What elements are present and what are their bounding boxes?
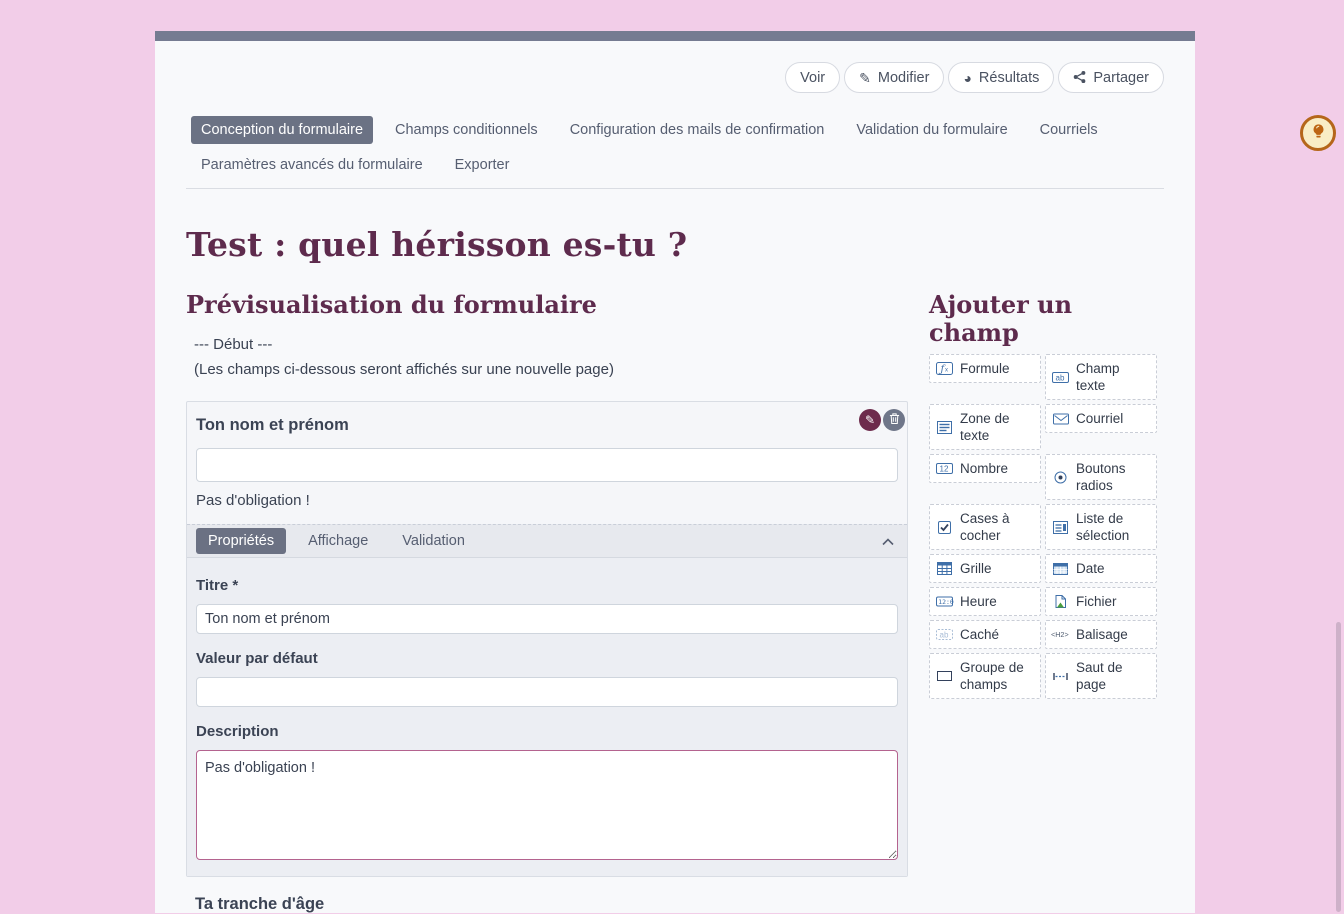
default-value-input[interactable] [196, 677, 898, 707]
nav-tab-parametres-avances[interactable]: Paramètres avancés du formulaire [191, 151, 433, 179]
add-field-balisage[interactable]: <H2> Balisage [1045, 620, 1157, 649]
field-editor-card: Ton nom et prénom Pas d'obligation ! ✎ [186, 401, 908, 877]
share-button-label: Partager [1093, 70, 1149, 86]
default-value-label: Valeur par défaut [196, 649, 898, 668]
delete-field-button[interactable] [883, 409, 905, 431]
description-textarea[interactable]: Pas d'obligation ! [196, 750, 898, 860]
tab-proprietes[interactable]: Propriétés [196, 528, 286, 554]
share-icon [1073, 70, 1086, 86]
email-icon [1051, 412, 1070, 426]
page-background: { "colors": { "page_background": "#f2cde… [0, 0, 1344, 913]
page-title: Test : quel hérisson es-tu ? [186, 225, 1164, 264]
formula-icon: ƒx [935, 361, 954, 376]
pie-chart-icon: ◕ [963, 71, 971, 85]
title-input[interactable] [196, 604, 898, 634]
share-button[interactable]: Partager [1058, 62, 1164, 93]
edit-button-label: Modifier [878, 70, 930, 86]
lightbulb-icon [1310, 123, 1327, 143]
time-icon: 12:0 [935, 594, 954, 609]
pencil-icon: ✎ [865, 413, 875, 427]
svg-text:12:0: 12:0 [938, 598, 954, 606]
hidden-icon: ab [935, 627, 954, 642]
chevron-up-icon [882, 534, 894, 549]
properties-panel: Titre * Valeur par défaut Description Pa… [187, 558, 907, 876]
textarea-icon [935, 420, 954, 435]
add-field-cache[interactable]: ab Caché [929, 620, 1041, 649]
field-description: Pas d'obligation ! [196, 492, 898, 509]
tips-button[interactable] [1300, 115, 1336, 151]
add-field-formule[interactable]: ƒx Formule [929, 354, 1041, 383]
add-field-saut-de-page[interactable]: Saut de page [1045, 653, 1157, 699]
add-field-heading: Ajouter un champ [929, 291, 1099, 347]
add-field-date[interactable]: Date [1045, 554, 1157, 583]
field-settings-tabs: Propriétés Affichage Validation [187, 524, 907, 558]
description-label: Description [196, 722, 898, 741]
add-field-cases-a-cocher[interactable]: Cases à cocher [929, 504, 1041, 550]
action-toolbar: Voir ✎ Modifier ◕ Résultats Partager [186, 62, 1164, 93]
nav-tab-exporter[interactable]: Exporter [445, 151, 520, 179]
top-accent-bar [155, 31, 1195, 41]
nav-tab-conception[interactable]: Conception du formulaire [191, 116, 373, 144]
add-field-champ-texte[interactable]: ab Champ texte [1045, 354, 1157, 400]
number-icon: 12 [935, 461, 954, 476]
title-field-label: Titre * [196, 576, 898, 595]
markup-icon: <H2> [1051, 628, 1070, 641]
field-preview-input[interactable] [196, 448, 898, 482]
edit-field-button[interactable]: ✎ [859, 409, 881, 431]
add-field-grid: ƒx Formule ab Champ texte [929, 354, 1157, 699]
text-field-icon: ab [1051, 370, 1070, 385]
add-field-grille[interactable]: Grille [929, 554, 1041, 583]
date-icon [1051, 561, 1070, 576]
nav-tab-champs-conditionnels[interactable]: Champs conditionnels [385, 116, 548, 144]
add-field-zone-de-texte[interactable]: Zone de texte [929, 404, 1041, 450]
new-page-note: (Les champs ci-dessous seront affichés s… [194, 359, 908, 381]
nav-tab-validation[interactable]: Validation du formulaire [846, 116, 1017, 144]
view-button-label: Voir [800, 70, 825, 86]
add-field-liste-de-selection[interactable]: Liste de sélection [1045, 504, 1157, 550]
results-button-label: Résultats [979, 70, 1039, 86]
pencil-icon: ✎ [859, 71, 871, 85]
preview-heading: Prévisualisation du formulaire [186, 291, 908, 319]
edit-button[interactable]: ✎ Modifier [844, 62, 944, 93]
page-break-icon [1051, 670, 1070, 683]
add-field-courriel[interactable]: Courriel [1045, 404, 1157, 433]
form-nav-tabs: Conception du formulaire Champs conditio… [186, 116, 1164, 179]
nav-tab-mails-confirmation[interactable]: Configuration des mails de confirmation [560, 116, 835, 144]
svg-text:x: x [945, 368, 948, 374]
field-label: Ton nom et prénom [196, 416, 898, 435]
tab-validation[interactable]: Validation [390, 528, 477, 554]
add-field-groupe-de-champs[interactable]: Groupe de champs [929, 653, 1041, 699]
add-field-fichier[interactable]: Fichier [1045, 587, 1157, 616]
select-list-icon [1051, 520, 1070, 535]
next-field-label: Ta tranche d'âge [186, 895, 908, 914]
add-field-heure[interactable]: 12:0 Heure [929, 587, 1041, 616]
radio-icon [1051, 470, 1070, 485]
view-button[interactable]: Voir [785, 62, 840, 93]
svg-text:ab: ab [1056, 373, 1065, 382]
checkbox-icon [935, 520, 954, 535]
add-field-nombre[interactable]: 12 Nombre [929, 454, 1041, 483]
tab-affichage[interactable]: Affichage [296, 528, 380, 554]
svg-text:<H2>: <H2> [1051, 630, 1069, 639]
form-start-marker: --- Début --- [194, 334, 908, 356]
tabs-divider [186, 188, 1164, 189]
content-area: Voir ✎ Modifier ◕ Résultats Partager Con… [155, 31, 1195, 913]
nav-tab-courriels[interactable]: Courriels [1030, 116, 1108, 144]
add-field-boutons-radios[interactable]: Boutons radios [1045, 454, 1157, 500]
fieldset-icon [935, 669, 954, 683]
trash-icon [889, 412, 900, 428]
page-scrollbar-thumb[interactable] [1336, 622, 1341, 912]
results-button[interactable]: ◕ Résultats [948, 62, 1054, 93]
add-field-sidebar: Ajouter un champ ƒx Formule ab Champ tex… [929, 291, 1157, 699]
svg-text:12: 12 [940, 465, 949, 474]
file-icon [1051, 594, 1070, 609]
collapse-editor-button[interactable] [878, 532, 898, 551]
grid-icon [935, 561, 954, 576]
svg-text:ab: ab [940, 631, 949, 640]
required-marker: * [232, 577, 238, 594]
